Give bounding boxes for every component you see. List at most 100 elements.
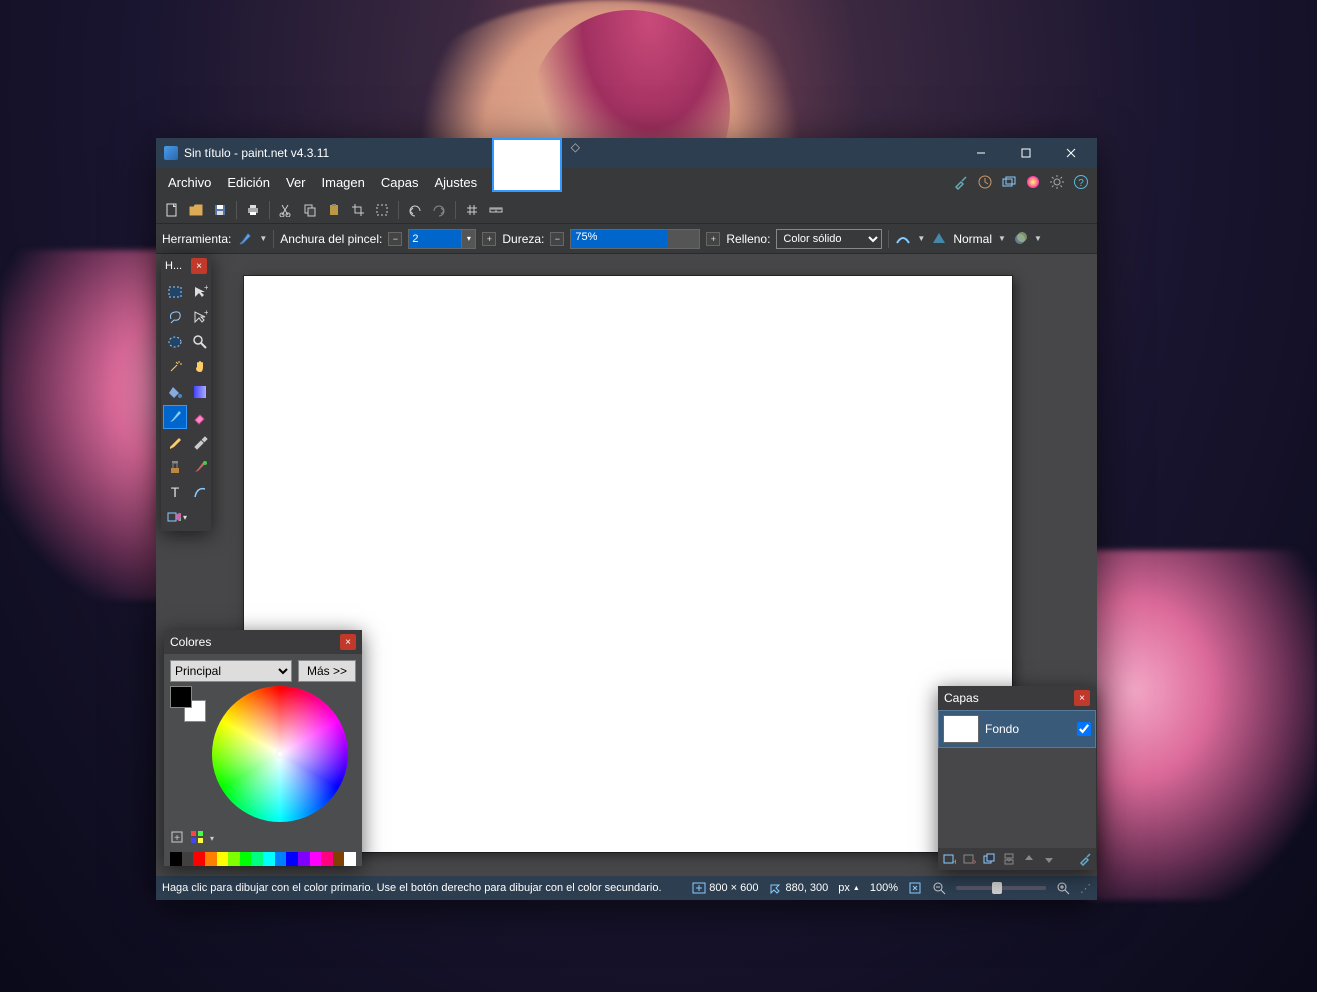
palette-menu-icon[interactable]: [190, 830, 206, 846]
current-tool-icon[interactable]: [237, 231, 253, 247]
tool-move-selection[interactable]: +: [188, 280, 212, 304]
tool-gradient[interactable]: [188, 380, 212, 404]
merge-down-icon[interactable]: [1000, 850, 1018, 868]
palette-swatch[interactable]: [344, 852, 356, 866]
fill-select[interactable]: Color sólido: [776, 229, 882, 249]
tools-window-toggle-icon[interactable]: [951, 172, 971, 192]
palette-swatch[interactable]: [321, 852, 333, 866]
tool-paintbrush[interactable]: [163, 405, 187, 429]
layers-panel[interactable]: Capas × Fondo + ×: [938, 686, 1096, 870]
menu-imagen[interactable]: Imagen: [314, 171, 373, 194]
paste-icon[interactable]: [324, 200, 344, 220]
tool-move-pixels[interactable]: +: [188, 305, 212, 329]
tool-lasso[interactable]: [163, 305, 187, 329]
hardness-decrease[interactable]: −: [550, 232, 564, 246]
tool-magic-wand[interactable]: [163, 355, 187, 379]
palette-swatch[interactable]: [263, 852, 275, 866]
brush-width-input[interactable]: [408, 229, 462, 249]
palette-swatch[interactable]: [275, 852, 287, 866]
layer-properties-icon[interactable]: [1076, 850, 1094, 868]
palette-swatch[interactable]: [251, 852, 263, 866]
tool-paint-bucket[interactable]: [163, 380, 187, 404]
palette-swatch[interactable]: [298, 852, 310, 866]
copy-icon[interactable]: [300, 200, 320, 220]
menu-ajustes[interactable]: Ajustes: [426, 171, 485, 194]
titlebar[interactable]: Sin título - paint.net v4.3.11: [156, 138, 1097, 168]
thumbnail-pin-icon[interactable]: ◇: [571, 140, 580, 154]
brush-width-dropdown[interactable]: ▾: [462, 229, 476, 249]
tool-eraser[interactable]: [188, 405, 212, 429]
colors-panel[interactable]: Colores × Principal Más >> + ▾: [164, 630, 362, 866]
palette-swatch[interactable]: [310, 852, 322, 866]
color-swatches[interactable]: [170, 686, 206, 722]
tool-shapes[interactable]: ▾: [163, 505, 187, 529]
palette-swatch[interactable]: [217, 852, 229, 866]
history-window-toggle-icon[interactable]: [975, 172, 995, 192]
blend-mode-label[interactable]: Normal: [953, 232, 992, 246]
layer-visibility-checkbox[interactable]: [1077, 722, 1091, 736]
palette-swatch[interactable]: [170, 852, 182, 866]
tool-zoom[interactable]: [188, 330, 212, 354]
duplicate-layer-icon[interactable]: [980, 850, 998, 868]
blend-mode-icon[interactable]: [931, 231, 947, 247]
layer-row[interactable]: Fondo: [938, 710, 1096, 748]
tool-pencil[interactable]: [163, 430, 187, 454]
new-file-icon[interactable]: [162, 200, 182, 220]
layers-panel-close[interactable]: ×: [1074, 690, 1090, 706]
zoom-fit-icon[interactable]: [908, 881, 922, 895]
hardness-slider[interactable]: 75%: [570, 229, 700, 249]
redo-icon[interactable]: [429, 200, 449, 220]
close-button[interactable]: [1048, 138, 1093, 168]
color-wheel[interactable]: [212, 686, 348, 822]
antialias-icon[interactable]: [895, 231, 911, 247]
tool-ellipse-select[interactable]: [163, 330, 187, 354]
primary-color-swatch[interactable]: [170, 686, 192, 708]
move-layer-down-icon[interactable]: [1040, 850, 1058, 868]
settings-icon[interactable]: [1047, 172, 1067, 192]
save-file-icon[interactable]: [210, 200, 230, 220]
open-file-icon[interactable]: [186, 200, 206, 220]
add-color-icon[interactable]: +: [170, 830, 186, 846]
palette-swatch[interactable]: [286, 852, 298, 866]
grid-toggle-icon[interactable]: [462, 200, 482, 220]
menu-archivo[interactable]: Archivo: [160, 171, 219, 194]
layers-window-toggle-icon[interactable]: [999, 172, 1019, 192]
tools-panel[interactable]: H... × + + T ▾: [161, 254, 211, 531]
help-icon[interactable]: ?: [1071, 172, 1091, 192]
antialias-dropdown[interactable]: ▼: [917, 234, 925, 243]
zoom-out-icon[interactable]: [932, 881, 946, 895]
ruler-toggle-icon[interactable]: [486, 200, 506, 220]
tool-clone-stamp[interactable]: [163, 455, 187, 479]
tool-dropdown-arrow[interactable]: ▼: [259, 234, 267, 243]
minimize-button[interactable]: [958, 138, 1003, 168]
color-mode-select[interactable]: Principal: [170, 660, 292, 682]
cut-icon[interactable]: [276, 200, 296, 220]
zoom-slider[interactable]: [956, 886, 1046, 890]
print-icon[interactable]: [243, 200, 263, 220]
palette-swatch[interactable]: [182, 852, 194, 866]
tool-text[interactable]: T: [163, 480, 187, 504]
resize-grip-icon[interactable]: ⋰: [1080, 882, 1091, 895]
deselect-icon[interactable]: [372, 200, 392, 220]
color-wheel-cursor[interactable]: [276, 750, 284, 758]
tool-recolor[interactable]: [188, 455, 212, 479]
unit-selector[interactable]: px ▲: [838, 882, 860, 894]
overwrite-mode-icon[interactable]: [1012, 231, 1028, 247]
document-thumbnail[interactable]: [492, 138, 562, 192]
brush-width-increase[interactable]: +: [482, 232, 496, 246]
brush-width-decrease[interactable]: −: [388, 232, 402, 246]
move-layer-up-icon[interactable]: [1020, 850, 1038, 868]
overwrite-dropdown[interactable]: ▼: [1034, 234, 1042, 243]
tool-color-picker[interactable]: [188, 430, 212, 454]
tools-panel-close[interactable]: ×: [191, 258, 207, 274]
hardness-increase[interactable]: +: [706, 232, 720, 246]
palette-swatch[interactable]: [240, 852, 252, 866]
colors-window-toggle-icon[interactable]: [1023, 172, 1043, 192]
delete-layer-icon[interactable]: ×: [960, 850, 978, 868]
menu-capas[interactable]: Capas: [373, 171, 427, 194]
zoom-level[interactable]: 100%: [870, 882, 898, 894]
palette-strip[interactable]: [170, 852, 356, 866]
blend-dropdown[interactable]: ▼: [998, 234, 1006, 243]
tool-rect-select[interactable]: [163, 280, 187, 304]
crop-icon[interactable]: [348, 200, 368, 220]
